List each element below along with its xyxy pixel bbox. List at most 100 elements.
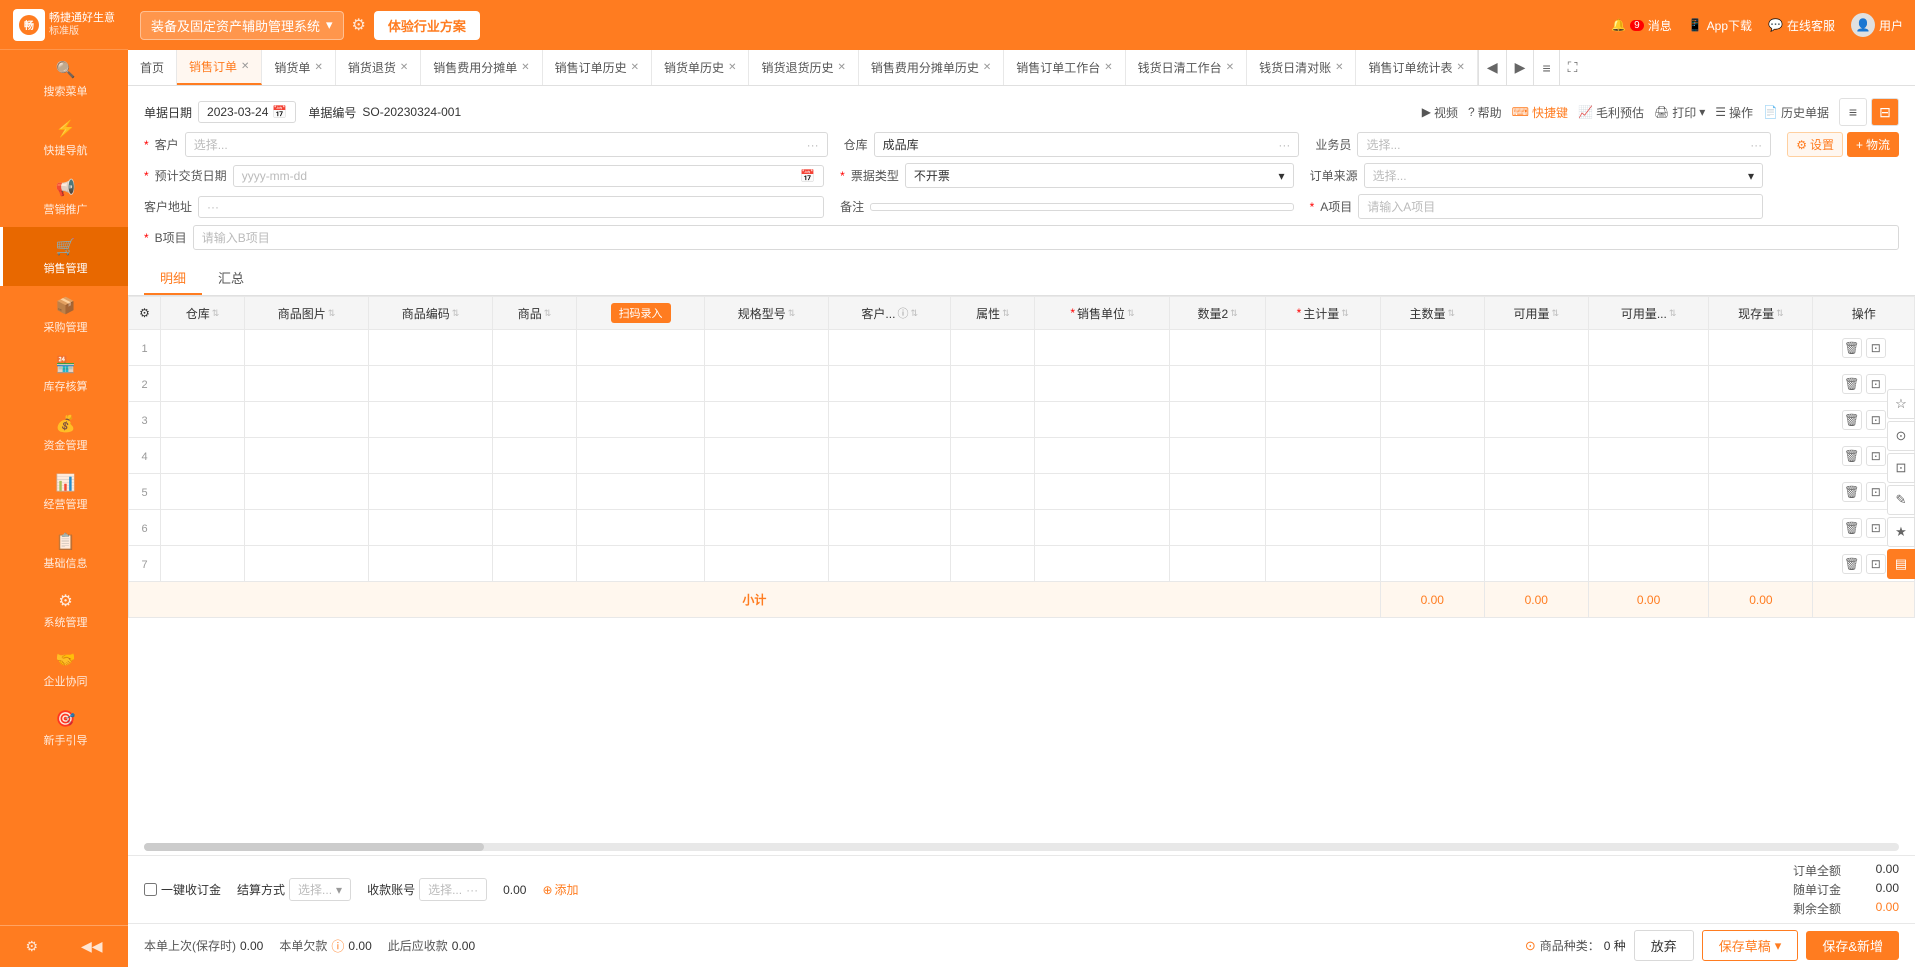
industry-solution-btn[interactable]: 体验行业方案 — [374, 11, 480, 40]
save-new-btn[interactable]: 保存&新增 — [1806, 931, 1899, 960]
row-delete-1[interactable]: 🗑 — [1842, 338, 1862, 358]
float-btn-2[interactable]: ⊙ — [1887, 421, 1915, 451]
row-delete-3[interactable]: 🗑 — [1842, 410, 1862, 430]
row-copy-1[interactable]: ⊡ — [1866, 338, 1886, 358]
sort-spec[interactable]: ⇅ — [788, 309, 796, 318]
tab-daily-workbench[interactable]: 钱货日清工作台 ✕ — [1126, 50, 1247, 85]
doc-date-input[interactable]: 2023-03-24 📅 — [198, 101, 296, 123]
b-project-input[interactable]: 请输入B项目 — [193, 225, 1899, 250]
horizontal-scrollbar[interactable] — [144, 843, 1899, 851]
tab-home[interactable]: 首页 — [128, 50, 177, 85]
system-title-selector[interactable]: 装备及固定资产辅助管理系统 ▾ — [140, 11, 344, 40]
tab-fee-history[interactable]: 销售费用分摊单历史 ✕ — [859, 50, 1004, 85]
sort-warehouse[interactable]: ⇅ — [212, 309, 220, 318]
sort-code[interactable]: ⇅ — [452, 309, 460, 318]
tab-fullscreen-btn[interactable]: ⛶ — [1559, 50, 1586, 85]
row-copy-6[interactable]: ⊡ — [1866, 518, 1886, 538]
sort-qty2[interactable]: ⇅ — [1230, 309, 1238, 318]
tab-sales-history-close[interactable]: ✕ — [631, 62, 639, 73]
salesperson-input[interactable]: 选择... ··· — [1357, 132, 1771, 157]
add-account-btn[interactable]: ⊕ 添加 — [542, 881, 578, 898]
auto-settle-checkbox[interactable]: 一键收订金 — [144, 881, 221, 898]
discard-btn[interactable]: 放弃 — [1634, 930, 1694, 961]
sub-tab-detail[interactable]: 明细 — [144, 262, 202, 295]
delivery-date-input[interactable]: yyyy-mm-dd 📅 — [233, 165, 824, 187]
app-download-btn[interactable]: 📱 App下载 — [1688, 17, 1752, 34]
row-delete-5[interactable]: 🗑 — [1842, 482, 1862, 502]
help-btn[interactable]: ? 帮助 — [1468, 104, 1502, 121]
tab-sales-order-close[interactable]: ✕ — [241, 61, 249, 72]
row-delete-7[interactable]: 🗑 — [1842, 554, 1862, 574]
view-btn[interactable]: ▶ 视频 — [1422, 104, 1458, 121]
scrollbar-thumb[interactable] — [144, 843, 484, 851]
tab-sales-invoice[interactable]: 销货单 ✕ — [262, 50, 335, 85]
account-select[interactable]: 选择... ··· — [419, 878, 487, 901]
sub-tab-summary[interactable]: 汇总 — [202, 262, 260, 295]
sidebar-item-quicknav[interactable]: ⚡ 快捷导航 — [0, 109, 128, 168]
tab-fee-history-close[interactable]: ✕ — [983, 62, 991, 73]
float-btn-6[interactable]: ▤ — [1887, 549, 1915, 579]
settings-corner-btn[interactable]: ⚙ ⚙ 设置 设置 — [1787, 132, 1843, 157]
tab-reconcile-close[interactable]: ✕ — [1335, 62, 1343, 73]
customer-address-input[interactable]: ··· — [198, 196, 824, 218]
tab-menu-btn[interactable]: ≡ — [1533, 50, 1558, 85]
auto-settle-check[interactable] — [144, 883, 157, 896]
tab-invoice-history[interactable]: 销货单历史 ✕ — [652, 50, 749, 85]
sidebar-item-sales[interactable]: 🛒 销售管理 — [0, 227, 128, 286]
tab-workbench-close[interactable]: ✕ — [1104, 62, 1112, 73]
sort-product[interactable]: ⇅ — [544, 309, 552, 318]
sort-available[interactable]: ⇅ — [1552, 309, 1560, 318]
profit-btn[interactable]: 📈 毛利预估 — [1578, 104, 1644, 121]
order-source-select[interactable]: 选择... ▾ — [1364, 163, 1763, 188]
user-menu-btn[interactable]: 👤 用户 — [1851, 13, 1903, 37]
sidebar-item-basic[interactable]: 📋 基础信息 — [0, 522, 128, 581]
header-settings-btn[interactable]: ⚙ — [352, 15, 366, 35]
tab-sales-fee-close[interactable]: ✕ — [521, 62, 529, 73]
warehouse-input[interactable]: 成品库 ··· — [874, 132, 1300, 157]
row-copy-5[interactable]: ⊡ — [1866, 482, 1886, 502]
sidebar-settings-btn[interactable]: ⚙ — [21, 934, 42, 959]
sidebar-item-enterprise[interactable]: 🤝 企业协同 — [0, 640, 128, 699]
row-copy-3[interactable]: ⊡ — [1866, 410, 1886, 430]
sidebar-item-marketing[interactable]: 📢 营销推广 — [0, 168, 128, 227]
customer-input[interactable]: 选择... ··· — [185, 132, 828, 157]
tab-return-history-close[interactable]: ✕ — [837, 62, 845, 73]
shortcut-btn[interactable]: ⌨ 快捷键 — [1512, 104, 1568, 121]
tab-reconcile[interactable]: 钱货日清对账 ✕ — [1247, 50, 1356, 85]
float-btn-5[interactable]: ★ — [1887, 517, 1915, 547]
tab-sales-invoice-close[interactable]: ✕ — [314, 62, 322, 73]
sidebar-item-inventory[interactable]: 🏪 库存核算 — [0, 345, 128, 404]
invoice-type-select[interactable]: 不开票 ▾ — [905, 163, 1294, 188]
th-gear[interactable]: ⚙ — [129, 297, 161, 330]
row-copy-4[interactable]: ⊡ — [1866, 446, 1886, 466]
tab-sales-return-close[interactable]: ✕ — [400, 62, 408, 73]
row-copy-7[interactable]: ⊡ — [1866, 554, 1886, 574]
sort-current[interactable]: ⇅ — [1776, 309, 1784, 318]
print-btn[interactable]: 🖨 打印 ▾ — [1654, 104, 1705, 121]
scan-enter-btn[interactable]: 扫码录入 — [611, 303, 671, 323]
tab-workbench[interactable]: 销售订单工作台 ✕ — [1004, 50, 1125, 85]
sort-main-unit[interactable]: ⇅ — [1341, 309, 1349, 318]
notification-btn[interactable]: 🔔 9 消息 — [1611, 17, 1672, 34]
tab-return-history[interactable]: 销货退货历史 ✕ — [749, 50, 858, 85]
tab-sales-fee[interactable]: 销售费用分摊单 ✕ — [421, 50, 542, 85]
history-btn[interactable]: 📄 历史单据 — [1763, 104, 1829, 121]
sidebar-collapse-btn[interactable]: ◀◀ — [77, 934, 107, 959]
sidebar-item-guide[interactable]: 🎯 新手引导 — [0, 699, 128, 758]
add-product-btn[interactable]: + 物流 — [1847, 132, 1899, 157]
sort-attr[interactable]: ⇅ — [1002, 309, 1010, 318]
tab-stats[interactable]: 销售订单统计表 ✕ — [1356, 50, 1477, 85]
list-view-btn[interactable]: ≡ — [1839, 98, 1867, 126]
float-btn-3[interactable]: ⊡ — [1887, 453, 1915, 483]
info-circle-icon[interactable]: ⓘ — [331, 936, 344, 955]
save-draft-btn[interactable]: 保存草稿 ▾ — [1702, 930, 1799, 961]
sort-main-qty[interactable]: ⇅ — [1447, 309, 1455, 318]
grid-view-btn[interactable]: ⊟ — [1871, 98, 1899, 126]
row-copy-2[interactable]: ⊡ — [1866, 374, 1886, 394]
row-delete-2[interactable]: 🗑 — [1842, 374, 1862, 394]
tab-prev-btn[interactable]: ◀ — [1478, 50, 1506, 85]
sidebar-item-operations[interactable]: 📊 经营管理 — [0, 463, 128, 522]
row-delete-4[interactable]: 🗑 — [1842, 446, 1862, 466]
sidebar-item-finance[interactable]: 💰 资金管理 — [0, 404, 128, 463]
tab-sales-history[interactable]: 销售订单历史 ✕ — [543, 50, 652, 85]
